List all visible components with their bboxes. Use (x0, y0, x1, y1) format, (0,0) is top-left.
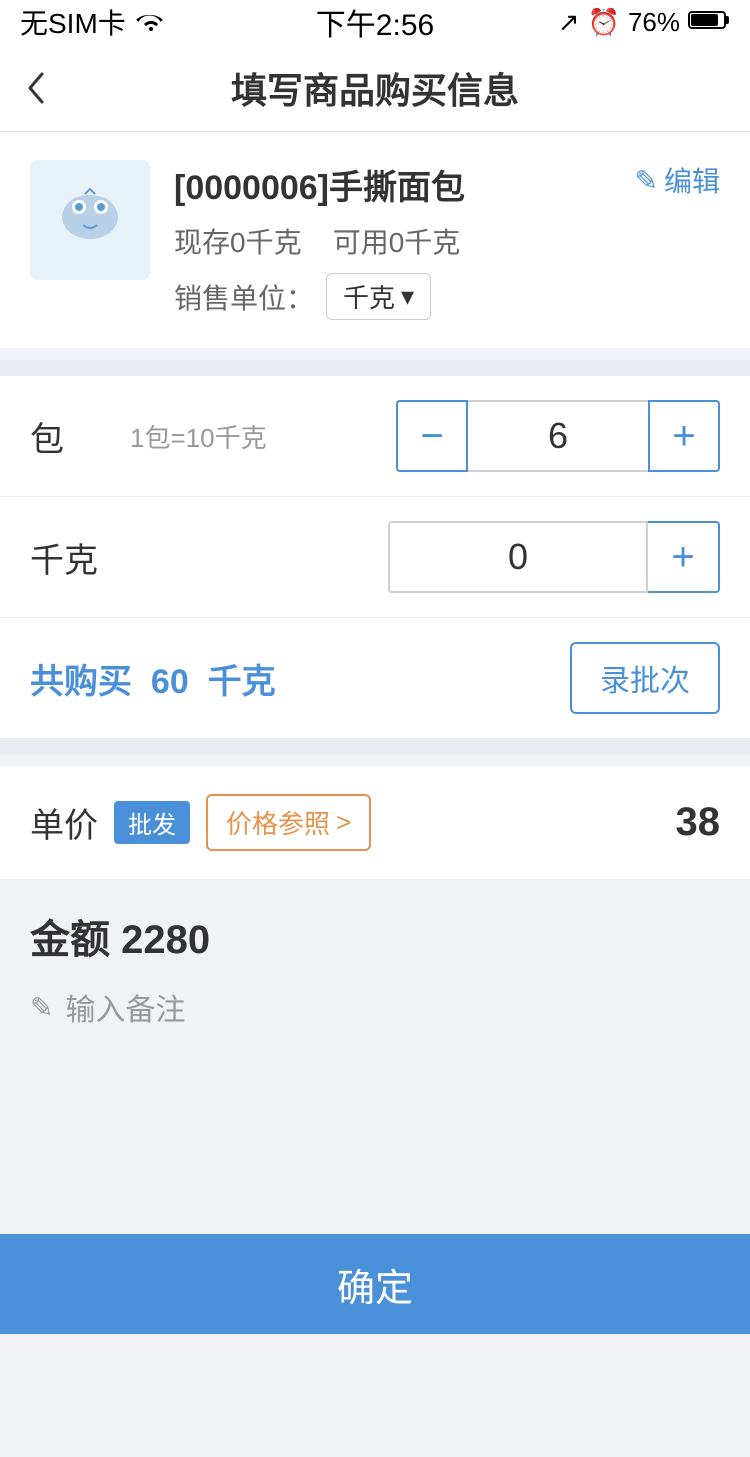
confirm-button-label: 确定 (337, 1257, 413, 1312)
product-card: [0000006]手撕面包 现存0千克 可用0千克 销售单位： 千克 ▾ ✎ 编… (0, 132, 750, 348)
kg-plus-button[interactable]: + (648, 521, 720, 593)
battery-icon (688, 7, 730, 38)
status-left: 无SIM卡 (20, 2, 166, 42)
product-stock: 现存0千克 可用0千克 (174, 221, 720, 261)
location-icon: ↗ (558, 7, 580, 38)
batch-button[interactable]: 录批次 (570, 642, 720, 714)
kg-label: 千克 (30, 533, 110, 582)
remark-placeholder: 输入备注 (65, 985, 185, 1029)
price-badge: 批发 (114, 801, 190, 844)
package-hint: 1包=10千克 (130, 418, 376, 455)
package-plus-button[interactable]: + (648, 400, 720, 472)
package-quantity-control: − + (396, 400, 720, 472)
package-label: 包 (30, 412, 110, 461)
product-unit: 销售单位： 千克 ▾ (174, 273, 720, 320)
amount-section: 金额 2280 ✎ 输入备注 (0, 879, 750, 1057)
price-section: 单价 批发 价格参照 > 38 (0, 766, 750, 879)
wifi-icon (136, 6, 166, 38)
amount-row: 金额 2280 (30, 907, 720, 965)
package-input-row: 包 1包=10千克 − + (0, 376, 750, 497)
kg-input-row: 千克 + (0, 497, 750, 618)
pencil-icon: ✎ (30, 991, 53, 1024)
confirm-bar[interactable]: 确定 (0, 1234, 750, 1334)
product-logo-icon (55, 179, 125, 261)
section-divider-2 (0, 738, 750, 754)
page-title: 填写商品购买信息 (231, 62, 519, 114)
edit-button[interactable]: ✎ 编辑 (635, 160, 720, 200)
nav-bar: 填写商品购买信息 (0, 44, 750, 132)
alarm-icon: ⏰ (588, 7, 620, 38)
price-row: 单价 批发 价格参照 > 38 (30, 794, 720, 851)
unit-select[interactable]: 千克 ▾ (326, 273, 431, 320)
price-label: 单价 (30, 798, 98, 847)
battery-label: 76% (628, 7, 680, 38)
section-divider-1 (0, 360, 750, 376)
price-value: 38 (676, 800, 721, 845)
remark-row[interactable]: ✎ 输入备注 (30, 985, 720, 1029)
chevron-right-icon: > (336, 807, 351, 838)
kg-quantity-input[interactable] (388, 521, 648, 593)
package-minus-button[interactable]: − (396, 400, 468, 472)
product-image (30, 160, 150, 280)
dropdown-icon: ▾ (401, 281, 414, 312)
price-ref-button[interactable]: 价格参照 > (206, 794, 371, 851)
total-value: 60 (151, 663, 189, 701)
package-quantity-input[interactable] (468, 400, 648, 472)
amount-value: 2280 (121, 918, 210, 962)
input-section: 包 1包=10千克 − + 千克 + (0, 376, 750, 618)
status-bar: 无SIM卡 下午2:56 ↗ ⏰ 76% (0, 0, 750, 44)
edit-icon: ✎ (635, 164, 658, 197)
status-time: 下午2:56 (316, 0, 434, 44)
carrier-label: 无SIM卡 (20, 2, 126, 42)
total-row: 共购买 60 千克 录批次 (0, 618, 750, 738)
status-right: ↗ ⏰ 76% (558, 7, 730, 38)
back-button[interactable] (24, 66, 52, 110)
total-text: 共购买 60 千克 (30, 654, 276, 703)
